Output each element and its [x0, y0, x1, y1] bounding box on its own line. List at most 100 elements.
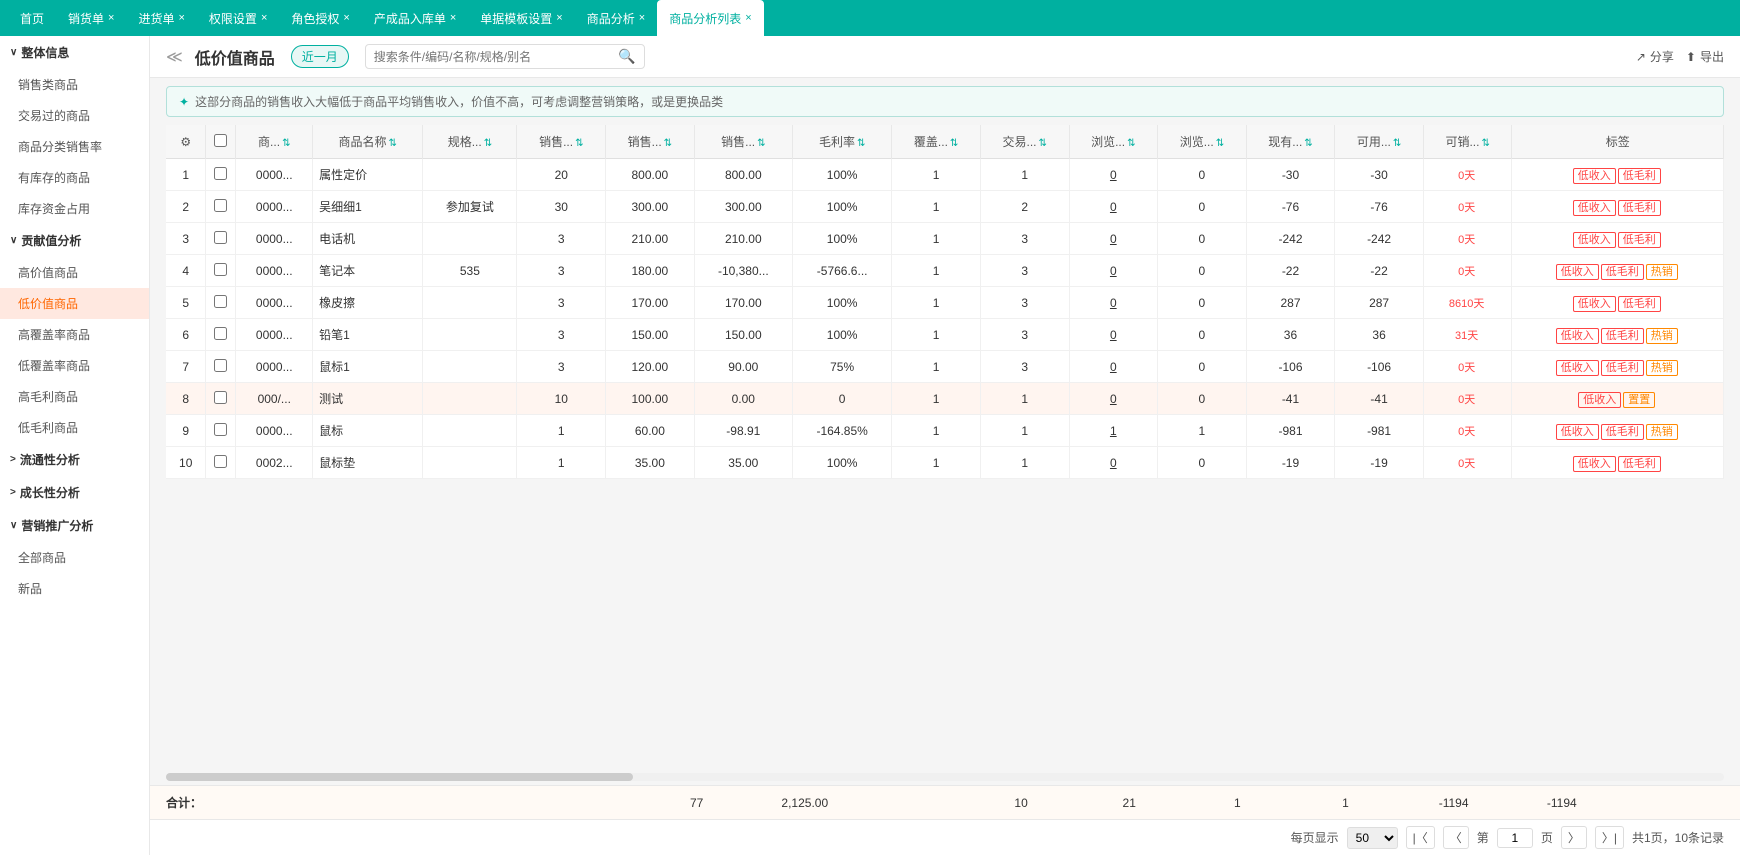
sidebar-item-stock-capital[interactable]: 库存资金占用 — [0, 193, 149, 224]
cell-views1[interactable]: 0 — [1069, 223, 1158, 255]
sidebar-item-high-value[interactable]: 高价值商品 — [0, 257, 149, 288]
row-checkbox[interactable] — [214, 391, 227, 404]
row-checkbox[interactable] — [214, 423, 227, 436]
th-settings[interactable]: ⚙ — [166, 125, 206, 159]
th-sales-qty[interactable]: 销售...⇅ — [517, 125, 606, 159]
horizontal-scrollbar[interactable] — [166, 773, 1724, 781]
sidebar-item-high-coverage[interactable]: 高覆盖率商品 — [0, 319, 149, 350]
scrollbar-thumb[interactable] — [166, 773, 633, 781]
cell-checkbox[interactable] — [206, 319, 236, 351]
sidebar-group-contribution[interactable]: ∨ 贡献值分析 — [0, 224, 149, 257]
share-button[interactable]: ↗ 分享 — [1636, 48, 1674, 65]
row-checkbox[interactable] — [214, 327, 227, 340]
close-icon[interactable]: × — [639, 12, 645, 24]
close-icon[interactable]: × — [178, 12, 184, 24]
close-icon[interactable]: × — [343, 12, 349, 24]
cell-checkbox[interactable] — [206, 223, 236, 255]
cell-checkbox[interactable] — [206, 383, 236, 415]
sidebar-item-new-goods[interactable]: 新品 — [0, 573, 149, 604]
select-all-checkbox[interactable] — [214, 134, 227, 147]
row-checkbox[interactable] — [214, 199, 227, 212]
nav-item-template[interactable]: 单据模板设置 × — [468, 0, 574, 36]
cell-checkbox[interactable] — [206, 351, 236, 383]
views1-link[interactable]: 0 — [1110, 264, 1117, 278]
close-icon[interactable]: × — [261, 12, 267, 24]
cell-views1[interactable]: 0 — [1069, 159, 1158, 191]
prev-page-button[interactable]: 〈 — [1443, 826, 1469, 849]
nav-item-sales[interactable]: 销货单 × — [56, 0, 126, 36]
nav-item-home[interactable]: 首页 — [8, 0, 56, 36]
page-number-input[interactable] — [1497, 828, 1533, 848]
row-checkbox[interactable] — [214, 455, 227, 468]
th-stock-current[interactable]: 现有...⇅ — [1246, 125, 1335, 159]
sidebar-item-high-margin[interactable]: 高毛利商品 — [0, 381, 149, 412]
sidebar-group-growth[interactable]: > 成长性分析 — [0, 476, 149, 509]
cell-checkbox[interactable] — [206, 287, 236, 319]
th-views1[interactable]: 浏览...⇅ — [1069, 125, 1158, 159]
sidebar-item-low-value[interactable]: 低价值商品 — [0, 288, 149, 319]
th-coverage[interactable]: 覆盖...⇅ — [892, 125, 981, 159]
views1-link[interactable]: 0 — [1110, 360, 1117, 374]
close-icon[interactable]: × — [450, 12, 456, 24]
row-checkbox[interactable] — [214, 263, 227, 276]
nav-item-goods-list[interactable]: 商品分析列表 × — [657, 0, 763, 36]
table-container[interactable]: ⚙ 商...⇅ 商品名称⇅ 规格...⇅ 销售...⇅ 销售...⇅ 销售...… — [166, 125, 1724, 769]
cell-views1[interactable]: 0 — [1069, 351, 1158, 383]
search-input[interactable] — [374, 50, 619, 64]
cell-views1[interactable]: 0 — [1069, 383, 1158, 415]
cell-views1[interactable]: 0 — [1069, 191, 1158, 223]
close-icon[interactable]: × — [556, 12, 562, 24]
views1-link[interactable]: 0 — [1110, 328, 1117, 342]
nav-item-purchase[interactable]: 进货单 × — [126, 0, 196, 36]
collapse-sidebar-button[interactable]: ≪ — [166, 47, 183, 67]
export-button[interactable]: ⬆ 导出 — [1686, 48, 1724, 65]
sidebar-item-stock-goods[interactable]: 有库存的商品 — [0, 162, 149, 193]
th-stock-saleable[interactable]: 可销...⇅ — [1423, 125, 1512, 159]
sidebar-item-all-goods[interactable]: 全部商品 — [0, 542, 149, 573]
nav-item-permissions[interactable]: 权限设置 × — [197, 0, 279, 36]
views1-link[interactable]: 0 — [1110, 200, 1117, 214]
sidebar-item-traded-goods[interactable]: 交易过的商品 — [0, 100, 149, 131]
next-page-button[interactable]: 〉 — [1561, 826, 1587, 849]
cell-views1[interactable]: 1 — [1069, 415, 1158, 447]
sidebar-item-category-sales[interactable]: 商品分类销售率 — [0, 131, 149, 162]
cell-views1[interactable]: 0 — [1069, 447, 1158, 479]
sidebar-item-low-coverage[interactable]: 低覆盖率商品 — [0, 350, 149, 381]
th-spec[interactable]: 规格...⇅ — [423, 125, 517, 159]
search-icon[interactable]: 🔍 — [618, 48, 635, 65]
th-margin[interactable]: 毛利率⇅ — [792, 125, 891, 159]
views1-link[interactable]: 1 — [1110, 424, 1117, 438]
views1-link[interactable]: 0 — [1110, 168, 1117, 182]
nav-item-goods-analysis[interactable]: 商品分析 × — [575, 0, 657, 36]
cell-checkbox[interactable] — [206, 255, 236, 287]
views1-link[interactable]: 0 — [1110, 296, 1117, 310]
cell-checkbox[interactable] — [206, 191, 236, 223]
sidebar-group-flow[interactable]: > 流通性分析 — [0, 443, 149, 476]
views1-link[interactable]: 0 — [1110, 232, 1117, 246]
th-name[interactable]: 商品名称⇅ — [313, 125, 423, 159]
cell-views1[interactable]: 0 — [1069, 319, 1158, 351]
first-page-button[interactable]: |〈 — [1406, 826, 1435, 849]
last-page-button[interactable]: 〉| — [1595, 826, 1624, 849]
sidebar-group-marketing[interactable]: ∨ 营销推广分析 — [0, 509, 149, 542]
cell-checkbox[interactable] — [206, 447, 236, 479]
views1-link[interactable]: 0 — [1110, 392, 1117, 406]
th-sales-amt[interactable]: 销售...⇅ — [606, 125, 695, 159]
views1-link[interactable]: 0 — [1110, 456, 1117, 470]
sidebar-item-sales-goods[interactable]: 销售类商品 — [0, 69, 149, 100]
page-size-select[interactable]: 50 100 200 — [1347, 827, 1398, 849]
cell-views1[interactable]: 0 — [1069, 287, 1158, 319]
nav-item-roles[interactable]: 角色授权 × — [279, 0, 361, 36]
sidebar-item-low-margin[interactable]: 低毛利商品 — [0, 412, 149, 443]
cell-views1[interactable]: 0 — [1069, 255, 1158, 287]
close-icon[interactable]: × — [108, 12, 114, 24]
th-stock-available[interactable]: 可用...⇅ — [1335, 125, 1424, 159]
row-checkbox[interactable] — [214, 295, 227, 308]
th-code[interactable]: 商...⇅ — [236, 125, 313, 159]
th-views2[interactable]: 浏览...⇅ — [1158, 125, 1247, 159]
cell-checkbox[interactable] — [206, 415, 236, 447]
cell-checkbox[interactable] — [206, 159, 236, 191]
row-checkbox[interactable] — [214, 231, 227, 244]
row-checkbox[interactable] — [214, 359, 227, 372]
sidebar-group-overall[interactable]: ∨ 整体信息 — [0, 36, 149, 69]
